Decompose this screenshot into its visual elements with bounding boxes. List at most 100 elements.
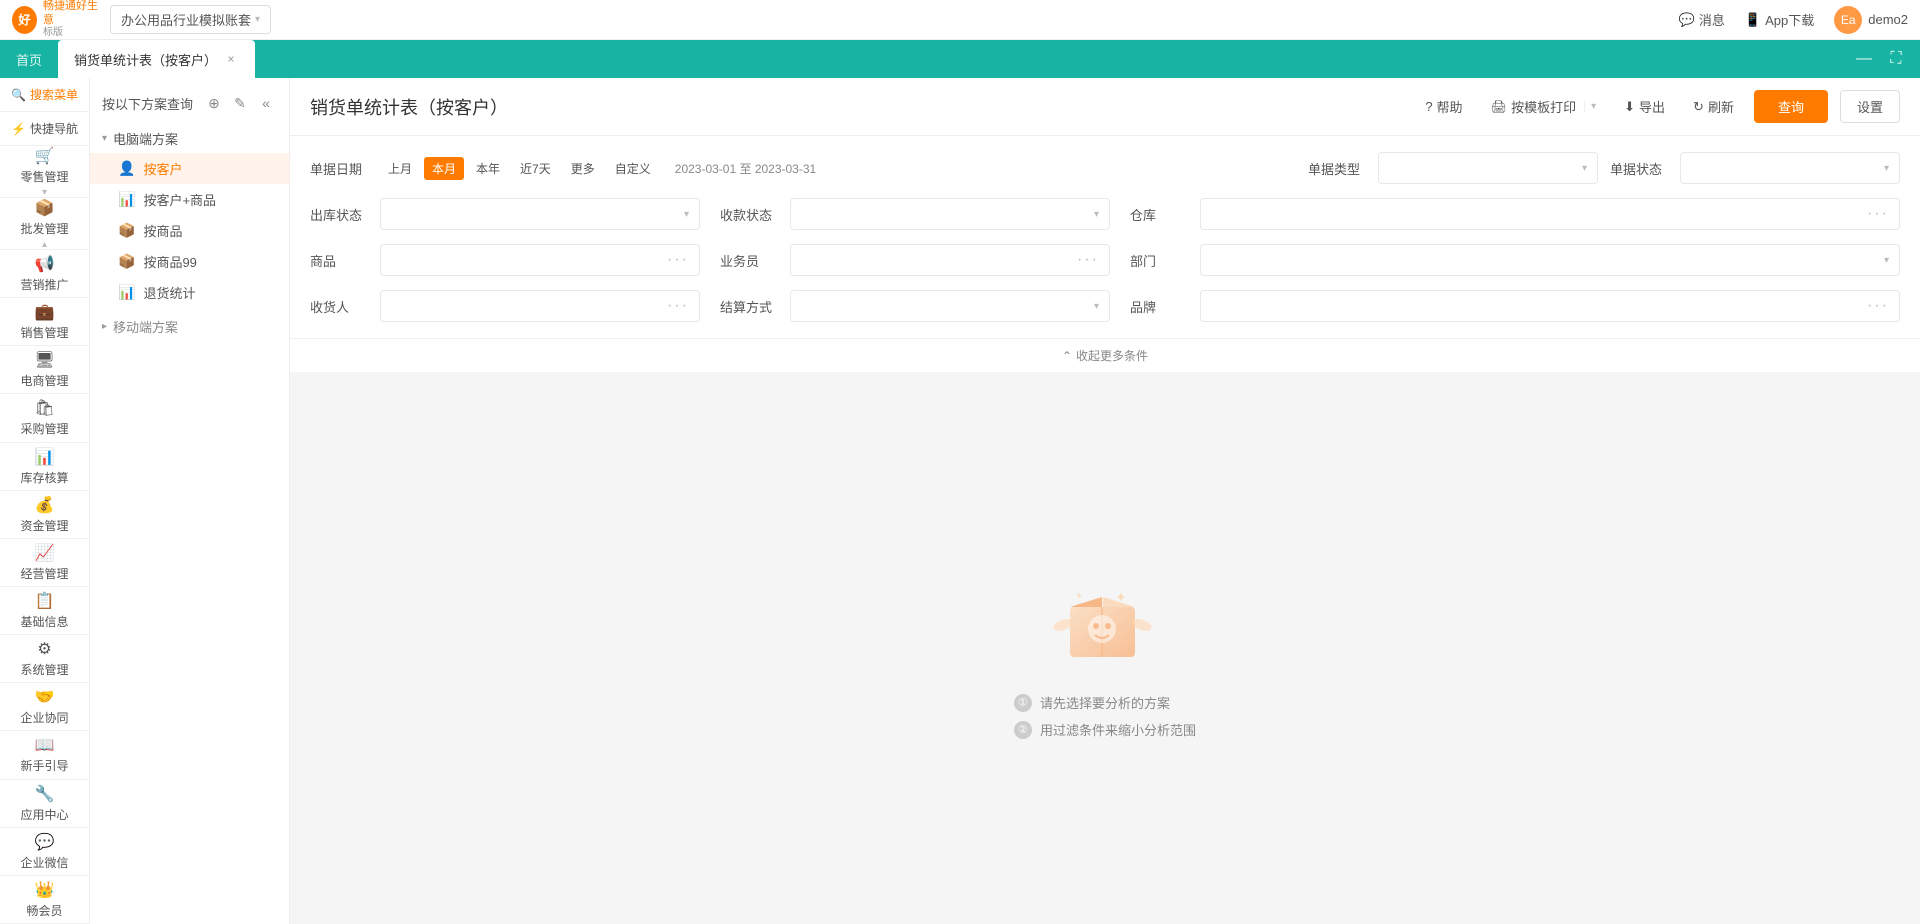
brand-field[interactable]: ··· [1200, 290, 1900, 322]
tab-bar: 首页 销货单统计表（按客户） × — ⛶ [0, 40, 1920, 78]
panel-collapse-button[interactable]: « [255, 92, 277, 114]
settings-button[interactable]: 设置 [1840, 90, 1900, 123]
collapse-icon: « [262, 95, 270, 111]
sidebar-item-marketing[interactable]: 📢 营销推广 [0, 250, 89, 298]
tree-item-customer-goods[interactable]: 📊 按客户+商品 [90, 184, 289, 215]
help-button[interactable]: ? 帮助 [1417, 93, 1470, 120]
collapse-bar[interactable]: ⌃ 收起更多条件 [290, 338, 1920, 372]
operations-icon: 📈 [35, 543, 55, 563]
empty-tip-2: ② 用过滤条件来缩小分析范围 [1014, 720, 1196, 739]
sidebar-item-retail[interactable]: 🛒 零售管理 ▾ [0, 146, 89, 198]
avatar: Ea [1834, 6, 1862, 34]
tab-close-button[interactable]: × [223, 51, 239, 67]
logo-area: 好 畅捷通好生意 标版 [12, 0, 102, 38]
tab-home[interactable]: 首页 [0, 40, 58, 78]
sidebar-item-operations[interactable]: 📈 经营管理 [0, 539, 89, 587]
inventory-icon: 📊 [35, 447, 55, 467]
main-layout: 🔍 搜索菜单 ⚡ 快捷导航 🛒 零售管理 ▾ 📦 批发管理 ▴ 📢 营销推广 💼… [0, 78, 1920, 924]
basic-info-icon: 📋 [35, 591, 55, 611]
receipt-status-field[interactable]: ▾ [790, 198, 1110, 230]
user-profile[interactable]: Ea demo2 [1834, 6, 1908, 34]
desktop-section: ▾ 电脑端方案 👤 按客户 📊 按客户+商品 📦 按商品 📦 按商品99 📊 [90, 124, 289, 308]
industry-selector[interactable]: 办公用品行业模拟账套 ▾ [110, 5, 271, 34]
receiver-field[interactable]: ··· [380, 290, 700, 322]
chevron-down-icon: ▾ [255, 14, 260, 25]
settle-field[interactable]: ▾ [790, 290, 1110, 322]
sidebar-item-vip[interactable]: 👑 畅会员 [0, 876, 89, 924]
filter-row-date: 单据日期 上月 本月 本年 近7天 更多 自定义 2023-03-01 至 20… [310, 152, 1900, 184]
svg-text:✦: ✦ [1075, 591, 1083, 602]
sidebar-item-purchase[interactable]: 🛍 采购管理 [0, 394, 89, 442]
date-tab-custom[interactable]: 自定义 [607, 157, 659, 180]
sidebar-item-enterprise-wechat[interactable]: 💬 企业微信 [0, 828, 89, 876]
doc-type-field[interactable]: ▾ [1378, 152, 1598, 184]
message-button[interactable]: 💬 消息 [1679, 10, 1725, 29]
sidebar-item-system[interactable]: ⚙ 系统管理 [0, 635, 89, 683]
search-menu-item[interactable]: 🔍 搜索菜单 [0, 78, 89, 112]
print-button[interactable]: 🖨 按模板打印 ▾ [1483, 93, 1605, 120]
sidebar-item-finance[interactable]: 💰 资金管理 [0, 491, 89, 539]
panel-add-button[interactable]: ⊕ [203, 92, 225, 114]
retail-icon: 🛒 [35, 146, 55, 166]
sidebar-item-basic-info[interactable]: 📋 基础信息 [0, 587, 89, 635]
desktop-section-header[interactable]: ▾ 电脑端方案 [90, 124, 289, 153]
tree-item-goods-99[interactable]: 📦 按商品99 [90, 246, 289, 277]
goods-field[interactable]: ··· [380, 244, 700, 276]
date-range-display: 2023-03-01 至 2023-03-31 [675, 160, 816, 177]
tree-item-by-customer[interactable]: 👤 按客户 [90, 153, 289, 184]
staff-field[interactable]: ··· [790, 244, 1110, 276]
sidebar-item-wholesale[interactable]: 📦 批发管理 ▴ [0, 198, 89, 250]
tab-sales-stats[interactable]: 销货单统计表（按客户） × [58, 40, 255, 78]
filter-row-receiver: 收货人 ··· 结算方式 ▾ 品牌 ··· [310, 290, 1900, 322]
date-tab-this-year[interactable]: 本年 [468, 157, 508, 180]
sidebar-item-app-center[interactable]: 🔧 应用中心 [0, 780, 89, 828]
mobile-section-header[interactable]: ▸ 移动端方案 [90, 312, 289, 341]
out-status-field[interactable]: ▾ [380, 198, 700, 230]
tab-maximize-button[interactable]: ⛶ [1884, 47, 1908, 71]
sidebar-item-sales[interactable]: 💼 销售管理 [0, 298, 89, 346]
warehouse-field[interactable]: ··· [1200, 198, 1900, 230]
expand-icon: ▴ [42, 239, 47, 250]
export-button[interactable]: ⬇ 导出 [1616, 93, 1673, 120]
empty-tips: ① 请先选择要分析的方案 ② 用过滤条件来缩小分析范围 [1014, 693, 1196, 739]
sidebar-item-inventory[interactable]: 📊 库存核算 [0, 443, 89, 491]
enterprise-collab-icon: 🤝 [35, 687, 55, 707]
dept-arrow-icon: ▾ [1884, 255, 1889, 266]
message-icon: 💬 [1679, 12, 1695, 28]
marketing-icon: 📢 [35, 254, 55, 274]
sidebar: 🔍 搜索菜单 ⚡ 快捷导航 🛒 零售管理 ▾ 📦 批发管理 ▴ 📢 营销推广 💼… [0, 78, 90, 924]
svg-text:✦: ✦ [1115, 589, 1127, 605]
print-icon: 🖨 [1491, 99, 1508, 115]
date-tab-more[interactable]: 更多 [563, 157, 603, 180]
sidebar-item-enterprise-collab[interactable]: 🤝 企业协同 [0, 683, 89, 731]
doc-status-field[interactable]: ▾ [1680, 152, 1900, 184]
help-icon: ? [1425, 99, 1432, 114]
mobile-arrow-icon: ▸ [102, 321, 107, 332]
top-header: 好 畅捷通好生意 标版 办公用品行业模拟账套 ▾ 💬 消息 📱 App下载 Ea… [0, 0, 1920, 40]
empty-state: ✦ ✦ ① 请先选择要分析的方案 ② 用过滤条件来缩小分析范围 [290, 372, 1920, 924]
new-guide-icon: 📖 [35, 735, 55, 755]
tab-minimize-button[interactable]: — [1852, 47, 1876, 71]
add-icon: ⊕ [208, 95, 220, 112]
tree-item-return-stats[interactable]: 📊 退货统计 [90, 277, 289, 308]
app-download-button[interactable]: 📱 App下载 [1745, 10, 1814, 29]
date-tab-last-month[interactable]: 上月 [380, 157, 420, 180]
header-right: 💬 消息 📱 App下载 Ea demo2 [1679, 6, 1908, 34]
system-icon: ⚙ [37, 639, 51, 659]
quick-nav-item[interactable]: ⚡ 快捷导航 [0, 112, 89, 146]
goods99-icon: 📦 [118, 253, 135, 270]
query-button[interactable]: 查询 [1754, 90, 1828, 123]
panel-edit-button[interactable]: ✎ [229, 92, 251, 114]
search-icon: 🔍 [11, 88, 26, 102]
refresh-button[interactable]: ↻ 刷新 [1685, 93, 1742, 120]
sales-icon: 💼 [35, 302, 55, 322]
page-actions: ? 帮助 🖨 按模板打印 ▾ ⬇ 导出 ↻ [1417, 90, 1900, 123]
receiver-dots-icon: ··· [667, 297, 689, 315]
tree-item-by-goods[interactable]: 📦 按商品 [90, 215, 289, 246]
sidebar-item-new-guide[interactable]: 📖 新手引导 [0, 731, 89, 779]
filter-wrapper: 销货单统计表（按客户） ? 帮助 🖨 按模板打印 ▾ ⬇ [290, 78, 1920, 372]
date-tab-7days[interactable]: 近7天 [512, 157, 559, 180]
sidebar-item-ecommerce[interactable]: 🖥 电商管理 [0, 346, 89, 394]
dept-field[interactable]: ▾ [1200, 244, 1900, 276]
date-tab-this-month[interactable]: 本月 [424, 157, 464, 180]
